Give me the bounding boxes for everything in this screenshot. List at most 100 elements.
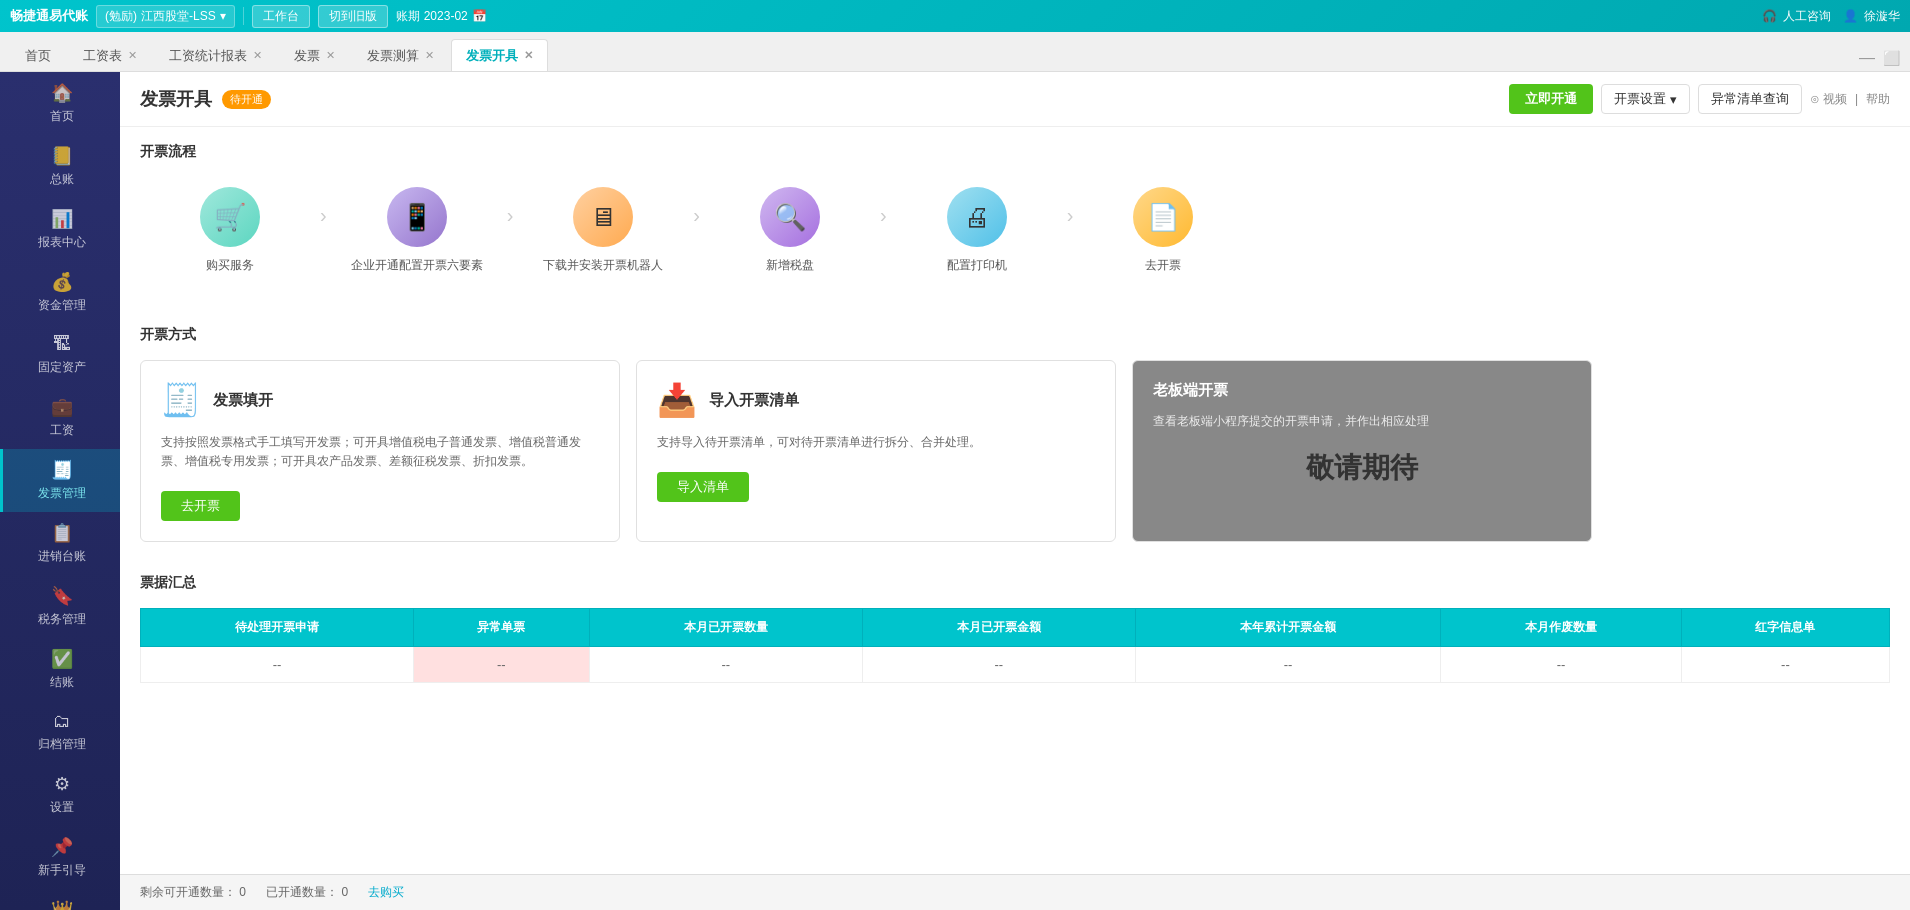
flow-step-issue-invoice[interactable]: 📄 去开票: [1073, 187, 1253, 274]
flow-step-download-robot[interactable]: 🖥 下载并安装开票机器人: [513, 187, 693, 274]
company-selector[interactable]: (勉励) 江西股堂-LSS ▾: [96, 5, 235, 28]
summary-table: 待处理开票申请 异常单票 本月已开票数量 本月已开票金额 本年累计开票金额 本月…: [140, 608, 1890, 683]
cell-year-amt: --: [1135, 647, 1440, 683]
tab-invoice-calc-label: 发票测算: [367, 47, 419, 65]
flow-step-add-tax-disk[interactable]: 🔍 新增税盘: [700, 187, 880, 274]
headset-icon: 🎧: [1762, 9, 1777, 23]
sidebar-item-tax[interactable]: 🔖 税务管理: [0, 575, 120, 638]
assets-icon: 🏗: [53, 334, 71, 355]
buy-link[interactable]: 去购买: [368, 884, 404, 901]
sidebar-item-assets[interactable]: 🏗 固定资产: [0, 324, 120, 386]
tab-salary-report[interactable]: 工资统计报表 ✕: [154, 39, 277, 71]
sidebar-item-guide[interactable]: 📌 新手引导: [0, 826, 120, 889]
tab-salary-report-close[interactable]: ✕: [253, 49, 262, 62]
flow-step-config-printer[interactable]: 🖨 配置打印机: [887, 187, 1067, 274]
sidebar-item-salary[interactable]: 💼 工资: [0, 386, 120, 449]
tab-invoice-calc[interactable]: 发票测算 ✕: [352, 39, 449, 71]
member-icon: 👑: [51, 899, 73, 910]
tab-bar: 首页 工资表 ✕ 工资统计报表 ✕ 发票 ✕ 发票测算 ✕ 发票开具 ✕ — ⬜: [0, 32, 1910, 72]
abnormal-query-button[interactable]: 异常清单查询: [1698, 84, 1802, 114]
sidebar-item-home-label: 首页: [50, 108, 74, 125]
flow-arrow-1: ›: [320, 204, 327, 227]
go-issue-button[interactable]: 去开票: [161, 491, 240, 521]
tab-salary-report-label: 工资统计报表: [169, 47, 247, 65]
sidebar-item-fund[interactable]: 💰 资金管理: [0, 261, 120, 324]
flow-step-config-enterprise[interactable]: 📱 企业开通配置开票六要素: [327, 187, 507, 274]
tab-home-label: 首页: [25, 47, 51, 65]
tab-salary-table-close[interactable]: ✕: [128, 49, 137, 62]
flow-step-buy-service[interactable]: 🛒 购买服务: [140, 187, 320, 274]
import-list-button[interactable]: 导入清单: [657, 472, 749, 502]
user-icon: 👤: [1843, 9, 1858, 23]
sidebar-item-report-label: 报表中心: [38, 234, 86, 251]
cell-pending: --: [141, 647, 414, 683]
app-logo: 畅捷通易代账: [10, 7, 88, 25]
cell-void-qty: --: [1441, 647, 1682, 683]
sidebar-item-archive-label: 归档管理: [38, 736, 86, 753]
config-printer-icon: 🖨: [947, 187, 1007, 247]
sidebar-item-archive[interactable]: 🗂 归档管理: [0, 701, 120, 763]
tab-invoice-calc-close[interactable]: ✕: [425, 49, 434, 62]
summary-title: 票据汇总: [140, 574, 1890, 592]
sidebar-item-report[interactable]: 📊 报表中心: [0, 198, 120, 261]
sidebar-item-member[interactable]: 👑 畅会员: [0, 889, 120, 910]
tab-restore-icon[interactable]: ⬜: [1883, 50, 1900, 66]
company-dropdown-icon: ▾: [220, 9, 226, 23]
open-now-button[interactable]: 立即开通: [1509, 84, 1593, 114]
sidebar-item-checkout[interactable]: ✅ 结账: [0, 638, 120, 701]
buy-service-label: 购买服务: [206, 257, 254, 274]
opened-label: 已开通数量： 0: [266, 884, 348, 901]
page-actions: 立即开通 开票设置 ▾ 异常清单查询 ⊙ 视频 | 帮助: [1509, 84, 1890, 114]
manual-title: 发票填开: [213, 391, 273, 410]
table-row: -- -- -- -- -- -- --: [141, 647, 1890, 683]
tab-invoice-label: 发票: [294, 47, 320, 65]
sidebar-item-ledger[interactable]: 📒 总账: [0, 135, 120, 198]
workspace-button[interactable]: 工作台: [252, 5, 310, 28]
cell-month-qty: --: [589, 647, 862, 683]
settings-icon: ⚙: [54, 773, 70, 795]
methods-section: 开票方式 🧾 发票填开 支持按照发票格式手工填写开发票；可开具增值税电子普通发票…: [120, 310, 1910, 558]
top-bar-left: 畅捷通易代账 (勉励) 江西股堂-LSS ▾ 工作台 切到旧版 账期 2023-…: [10, 5, 487, 28]
guide-icon: 📌: [51, 836, 73, 858]
fund-icon: 💰: [51, 271, 73, 293]
sidebar-item-invoice-mgmt[interactable]: 🧾 发票管理: [0, 449, 120, 512]
manual-desc: 支持按照发票格式手工填写开发票；可开具增值税电子普通发票、增值税普通发票、增值税…: [161, 433, 599, 471]
help-video-icon[interactable]: ⊙ 视频: [1810, 91, 1847, 108]
sidebar: 🏠 首页 📒 总账 📊 报表中心 💰 资金管理 🏗 固定资产 💼 工资 🧾 发票…: [0, 72, 120, 910]
issue-invoice-label: 去开票: [1145, 257, 1181, 274]
user-profile[interactable]: 👤 徐漩华: [1843, 8, 1900, 25]
open-settings-button[interactable]: 开票设置 ▾: [1601, 84, 1690, 114]
support-btn[interactable]: 🎧 人工咨询: [1762, 8, 1831, 25]
method-card-import-header: 📥 导入开票清单: [657, 381, 1095, 419]
issue-invoice-icon: 📄: [1133, 187, 1193, 247]
tab-invoice[interactable]: 发票 ✕: [279, 39, 350, 71]
col-header-year-amt: 本年累计开票金额: [1135, 609, 1440, 647]
coming-soon-text: 敬请期待: [1306, 449, 1418, 487]
page-header: 发票开具 待开通 立即开通 开票设置 ▾ 异常清单查询 ⊙ 视频 | 帮助: [120, 72, 1910, 127]
sidebar-item-sales[interactable]: 📋 进销台账: [0, 512, 120, 575]
add-tax-disk-label: 新增税盘: [766, 257, 814, 274]
tab-salary-table[interactable]: 工资表 ✕: [68, 39, 152, 71]
tab-controls: — ⬜: [1859, 49, 1900, 71]
tab-invoice-issue[interactable]: 发票开具 ✕: [451, 39, 548, 71]
sidebar-item-home[interactable]: 🏠 首页: [0, 72, 120, 135]
tab-minimize-icon[interactable]: —: [1859, 49, 1875, 67]
sidebar-item-tax-label: 税务管理: [38, 611, 86, 628]
settings-dropdown-icon: ▾: [1670, 92, 1677, 107]
config-enterprise-label: 企业开通配置开票六要素: [351, 257, 483, 274]
switch-old-button[interactable]: 切到旧版: [318, 5, 388, 28]
main-content: 发票开具 待开通 立即开通 开票设置 ▾ 异常清单查询 ⊙ 视频 | 帮助 开票…: [120, 72, 1910, 910]
help-label[interactable]: 帮助: [1866, 91, 1890, 108]
sidebar-item-settings[interactable]: ⚙ 设置: [0, 763, 120, 826]
tab-home[interactable]: 首页: [10, 39, 66, 71]
tab-invoice-issue-close[interactable]: ✕: [524, 49, 533, 62]
period-selector[interactable]: 账期 2023-02 📅: [396, 8, 487, 25]
sidebar-item-guide-label: 新手引导: [38, 862, 86, 879]
top-bar-right: 🎧 人工咨询 👤 徐漩华: [1762, 8, 1900, 25]
flow-section: 开票流程 🛒 购买服务 › 📱 企业开通配置开票六要素 › 🖥 下载并安装开票: [120, 127, 1910, 310]
tab-invoice-close[interactable]: ✕: [326, 49, 335, 62]
sidebar-item-ledger-label: 总账: [50, 171, 74, 188]
sidebar-item-settings-label: 设置: [50, 799, 74, 816]
flow-arrow-2: ›: [507, 204, 514, 227]
add-tax-disk-icon: 🔍: [760, 187, 820, 247]
